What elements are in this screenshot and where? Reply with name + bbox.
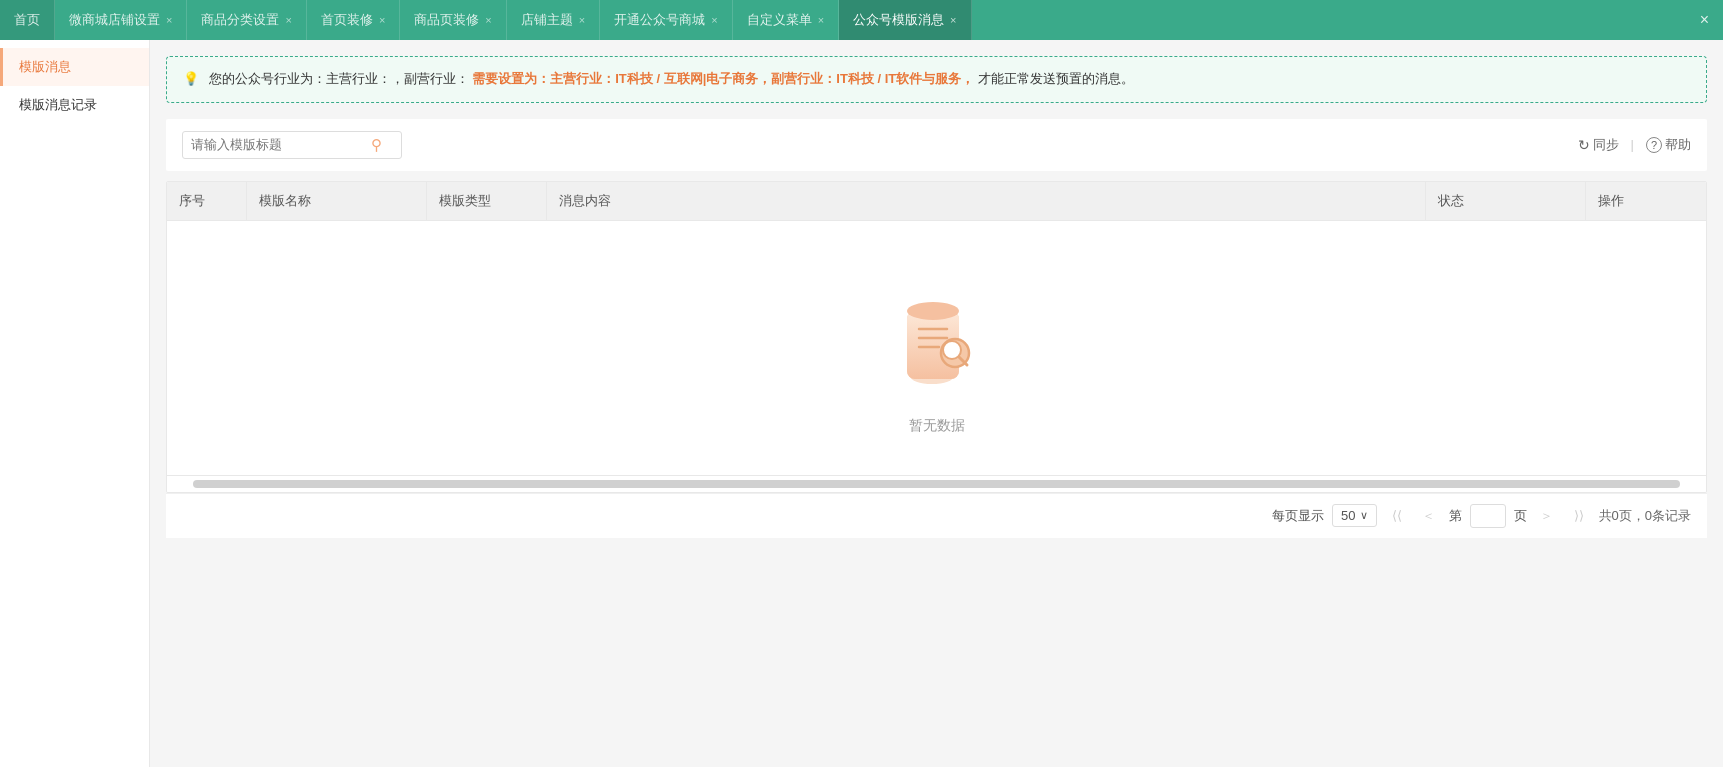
nav-tab-home-label: 首页 — [14, 11, 40, 29]
nav-tab-product-decor-label: 商品页装修 — [414, 11, 479, 29]
close-icon-category[interactable]: × — [285, 14, 291, 26]
notice-text-before: 您的公众号行业为：主营行业：，副营行业： — [209, 71, 469, 86]
close-all-icon: × — [1700, 11, 1709, 29]
th-template-type: 模版类型 — [427, 182, 547, 220]
th-action: 操作 — [1586, 182, 1706, 220]
page-size-value: 50 — [1341, 508, 1355, 523]
sidebar-item-template-msg[interactable]: 模版消息 — [0, 48, 149, 86]
notice-box: 💡 您的公众号行业为：主营行业：，副营行业： 需要设置为：主营行业：IT科技 /… — [166, 56, 1707, 103]
nav-tab-shop-settings[interactable]: 微商城店铺设置 × — [55, 0, 187, 40]
notice-text-after: 才能正常发送预置的消息。 — [978, 71, 1134, 86]
sidebar-item-template-msg-record-label: 模版消息记录 — [19, 97, 97, 112]
table-header: 序号 模版名称 模版类型 消息内容 状态 操作 — [167, 182, 1706, 221]
page-size-selector[interactable]: 50 ∨ — [1332, 504, 1376, 527]
nav-tab-open-mall-label: 开通公众号商城 — [614, 11, 705, 29]
page-size-label: 每页显示 — [1272, 507, 1324, 525]
nav-tab-product-decor[interactable]: 商品页装修 × — [400, 0, 506, 40]
page-last-button[interactable]: ⟩⟩ — [1567, 504, 1591, 528]
nav-tab-homepage-decor[interactable]: 首页装修 × — [307, 0, 400, 40]
nav-tab-shop-settings-label: 微商城店铺设置 — [69, 11, 160, 29]
close-icon-shop-theme[interactable]: × — [579, 14, 585, 26]
sidebar-item-template-msg-label: 模版消息 — [19, 59, 71, 74]
pagination-total-info: 共0页，0条记录 — [1599, 507, 1691, 525]
search-toolbar-area: ⚲ ↻ 同步 | ? 帮助 — [166, 119, 1707, 171]
th-index: 序号 — [167, 182, 247, 220]
page-label-di: 第 — [1449, 507, 1462, 525]
svg-point-3 — [907, 302, 959, 320]
empty-state: 暂无数据 — [167, 221, 1706, 475]
sidebar: 模版消息 模版消息记录 — [0, 40, 150, 767]
sidebar-item-template-msg-record[interactable]: 模版消息记录 — [0, 86, 149, 124]
nav-tab-custom-menu[interactable]: 自定义菜单 × — [733, 0, 839, 40]
close-icon-open-mall[interactable]: × — [711, 14, 717, 26]
nav-tab-homepage-decor-label: 首页装修 — [321, 11, 373, 29]
top-nav: 首页 微商城店铺设置 × 商品分类设置 × 首页装修 × 商品页装修 × 店铺主… — [0, 0, 1723, 40]
page-prev-button[interactable]: ＜ — [1417, 504, 1441, 528]
search-input[interactable] — [191, 137, 371, 152]
notice-highlight-text: 需要设置为：主营行业：IT科技 / 互联网|电子商务，副营行业：IT科技 / I… — [472, 71, 974, 86]
pagination-bar: 每页显示 50 ∨ ⟨⟨ ＜ 第 1 页 ＞ ⟩⟩ 共0页，0条记录 — [166, 493, 1707, 538]
close-icon-template-msg[interactable]: × — [950, 14, 956, 26]
nav-tab-custom-menu-label: 自定义菜单 — [747, 11, 812, 29]
toolbar-right: ↻ 同步 | ? 帮助 — [1578, 136, 1691, 154]
data-table: 序号 模版名称 模版类型 消息内容 状态 操作 — [166, 181, 1707, 493]
sync-button[interactable]: ↻ 同步 — [1578, 136, 1619, 154]
nav-tab-template-msg-label: 公众号模版消息 — [853, 11, 944, 29]
nav-tab-shop-theme-label: 店铺主题 — [521, 11, 573, 29]
nav-tab-category-label: 商品分类设置 — [201, 11, 279, 29]
close-icon-custom-menu[interactable]: × — [818, 14, 824, 26]
page-label-ye: 页 — [1514, 507, 1527, 525]
page-number-input[interactable]: 1 — [1470, 504, 1506, 528]
help-button[interactable]: ? 帮助 — [1646, 136, 1691, 154]
page-size-dropdown-icon: ∨ — [1360, 509, 1368, 522]
search-input-wrap[interactable]: ⚲ — [182, 131, 402, 159]
empty-text: 暂无数据 — [909, 417, 965, 435]
search-icon-button[interactable]: ⚲ — [371, 136, 382, 154]
sync-label: 同步 — [1593, 136, 1619, 154]
main-layout: 模版消息 模版消息记录 💡 您的公众号行业为：主营行业：，副营行业： 需要设置为… — [0, 40, 1723, 767]
th-msg-content: 消息内容 — [547, 182, 1426, 220]
content-area: 💡 您的公众号行业为：主营行业：，副营行业： 需要设置为：主营行业：IT科技 /… — [150, 40, 1723, 767]
nav-tab-home[interactable]: 首页 — [0, 0, 55, 40]
help-circle-icon: ? — [1646, 137, 1662, 153]
th-template-name: 模版名称 — [247, 182, 427, 220]
nav-tab-shop-theme[interactable]: 店铺主题 × — [507, 0, 600, 40]
toolbar-divider: | — [1631, 137, 1634, 152]
close-icon-shop-settings[interactable]: × — [166, 14, 172, 26]
sync-icon: ↻ — [1578, 137, 1590, 153]
page-next-button[interactable]: ＞ — [1535, 504, 1559, 528]
horizontal-scrollbar[interactable] — [167, 475, 1706, 492]
close-icon-product-decor[interactable]: × — [485, 14, 491, 26]
th-status: 状态 — [1426, 182, 1586, 220]
close-all-tabs-button[interactable]: × — [1686, 0, 1723, 40]
empty-illustration — [877, 281, 997, 401]
nav-tab-template-msg[interactable]: 公众号模版消息 × — [839, 0, 971, 40]
nav-tab-open-mall[interactable]: 开通公众号商城 × — [600, 0, 732, 40]
nav-tab-category[interactable]: 商品分类设置 × — [187, 0, 306, 40]
notice-bulb-icon: 💡 — [183, 71, 199, 86]
page-first-button[interactable]: ⟨⟨ — [1385, 504, 1409, 528]
scrollbar-track[interactable] — [193, 480, 1680, 488]
close-icon-homepage-decor[interactable]: × — [379, 14, 385, 26]
help-label: 帮助 — [1665, 136, 1691, 154]
